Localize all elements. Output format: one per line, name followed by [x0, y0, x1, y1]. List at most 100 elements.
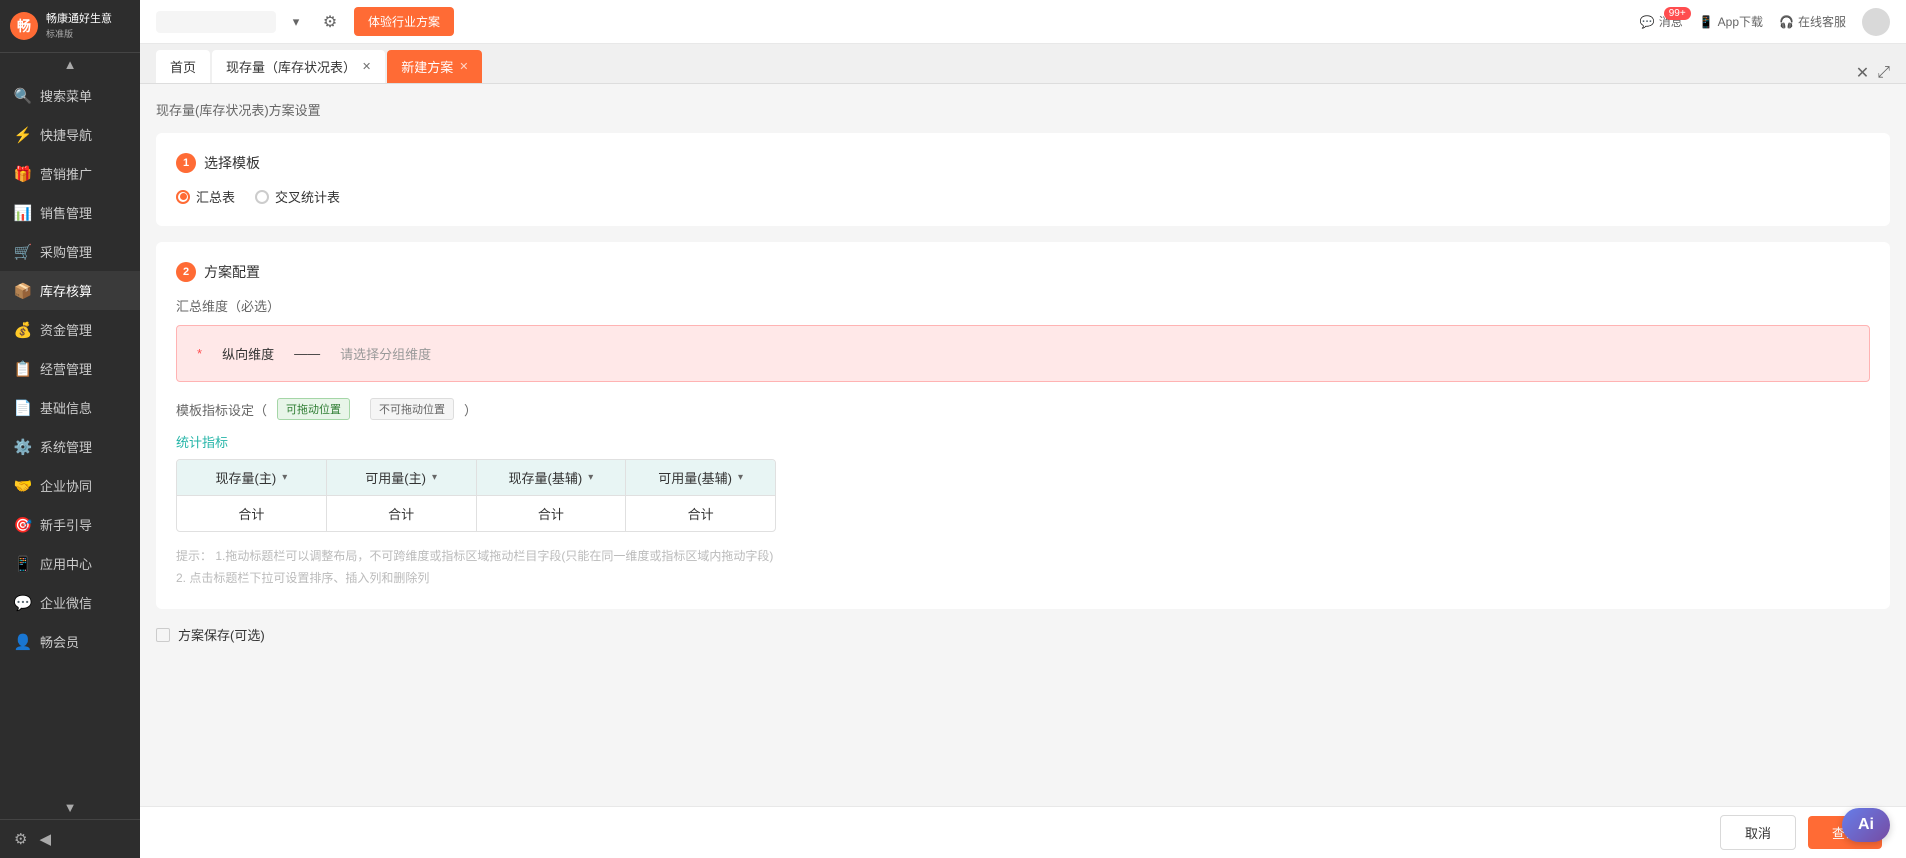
search-icon: 🔍 [14, 87, 32, 105]
sidebar-label-wechat: 企业微信 [40, 593, 92, 612]
inventory-icon: 📦 [14, 282, 32, 300]
sidebar-item-inventory[interactable]: 📦 库存核算 [0, 271, 140, 310]
radio-cross[interactable]: 交叉统计表 [255, 187, 340, 206]
search-input[interactable] [166, 15, 266, 29]
stats-col-2-label: 现存量(基辅) [509, 468, 583, 487]
sidebar-item-sales[interactable]: 📊 销售管理 [0, 193, 140, 232]
sidebar-item-member[interactable]: 👤 畅会员 [0, 622, 140, 661]
stats-data-row: 合计 合计 合计 合计 [177, 495, 775, 531]
stats-header-row: 现存量(主) ▾ 可用量(主) ▾ 现存量(基辅) ▾ 可用量(基辅) [177, 460, 775, 495]
sidebar-item-contract[interactable]: 🤝 企业协同 [0, 466, 140, 505]
customer-service-button[interactable]: 🎧 在线客服 [1779, 13, 1846, 30]
radio-summary[interactable]: 汇总表 [176, 187, 235, 206]
tab-inventory-close-icon[interactable]: ✕ [362, 60, 371, 73]
step1-title: 选择模板 [204, 153, 260, 173]
stats-col-1-dropdown[interactable]: ▾ [432, 472, 437, 483]
tab-new-plan-label: 新建方案 [401, 57, 453, 76]
tab-close-window-icon[interactable]: ✕ [1856, 63, 1869, 83]
wechat-icon: 💬 [14, 594, 32, 612]
sidebar-scroll-down[interactable]: ▼ [0, 796, 140, 819]
cancel-button[interactable]: 取消 [1720, 815, 1796, 850]
sidebar-item-purchase[interactable]: 🛒 采购管理 [0, 232, 140, 271]
app-edition: 标准版 [46, 27, 112, 40]
stats-col-3-label: 可用量(基辅) [658, 468, 732, 487]
stats-col-3-dropdown[interactable]: ▾ [738, 472, 743, 483]
headset-icon: 🎧 [1779, 15, 1794, 29]
sidebar-item-search[interactable]: 🔍 搜索菜单 [0, 76, 140, 115]
collapse-icon[interactable]: ◀ [39, 830, 51, 848]
tab-home[interactable]: 首页 [156, 50, 210, 83]
indicator-settings-prefix: 模板指标设定（ [176, 400, 267, 419]
sidebar-label-system: 系统管理 [40, 437, 92, 456]
topbar: ▾ ⚙ 体验行业方案 💬 消息 99+ 📱 App下载 🎧 在线客服 [140, 0, 1906, 44]
system-icon: ⚙️ [14, 438, 32, 456]
search-dropdown-icon[interactable]: ▾ [286, 12, 306, 32]
save-checkbox[interactable] [156, 628, 170, 642]
tip-1: 1.拖动标题栏可以调整布局，不可跨维度或指标区域拖动栏目字段(只能在同一维度或指… [215, 549, 773, 563]
stats-table: 现存量(主) ▾ 可用量(主) ▾ 现存量(基辅) ▾ 可用量(基辅) [176, 459, 776, 532]
sidebar-item-newbie[interactable]: 🎯 新手引导 [0, 505, 140, 544]
stats-title: 统计指标 [176, 432, 1870, 451]
stats-col-1-label: 可用量(主) [365, 468, 426, 487]
stats-cell-0: 合计 [177, 496, 327, 531]
tabbar-actions: ✕ ⤢ [1856, 63, 1890, 83]
app-download-button[interactable]: 📱 App下载 [1699, 13, 1763, 30]
tab-new-plan-close-icon[interactable]: ✕ [459, 60, 468, 73]
sidebar-label-purchase: 采购管理 [40, 242, 92, 261]
sidebar-label-contract: 企业协同 [40, 476, 92, 495]
dimension-label: 纵向维度 [222, 344, 274, 363]
sidebar-label-finance: 资金管理 [40, 320, 92, 339]
sidebar-footer: ⚙ ◀ [0, 819, 140, 858]
topbar-right: 💬 消息 99+ 📱 App下载 🎧 在线客服 [1640, 8, 1890, 36]
sidebar-logo: 畅 畅康通好生意 标准版 [0, 0, 140, 53]
settings-footer-icon[interactable]: ⚙ [14, 830, 27, 848]
sidebar-item-basic-info[interactable]: 📄 基础信息 [0, 388, 140, 427]
sidebar-label-operations: 经营管理 [40, 359, 92, 378]
tab-home-label: 首页 [170, 57, 196, 76]
page-title: 现存量(库存状况表)方案设置 [156, 100, 1890, 119]
ai-button[interactable]: Ai [1842, 808, 1890, 842]
sidebar-item-system[interactable]: ⚙️ 系统管理 [0, 427, 140, 466]
sidebar-item-quick-nav[interactable]: ⚡ 快捷导航 [0, 115, 140, 154]
stats-col-3: 可用量(基辅) ▾ [626, 460, 775, 495]
stats-section: 统计指标 现存量(主) ▾ 可用量(主) ▾ 现存量(基辅) [176, 432, 1870, 532]
sidebar-item-marketing[interactable]: 🎁 营销推广 [0, 154, 140, 193]
radio-cross-label: 交叉统计表 [275, 187, 340, 206]
sidebar-nav: 🔍 搜索菜单 ⚡ 快捷导航 🎁 营销推广 📊 销售管理 🛒 采购管理 📦 库存核… [0, 76, 140, 796]
dimension-box[interactable]: * 纵向维度 —— 请选择分组维度 [176, 325, 1870, 382]
tab-expand-icon[interactable]: ⤢ [1877, 64, 1890, 82]
tab-new-plan[interactable]: 新建方案 ✕ [387, 50, 482, 83]
quick-nav-icon: ⚡ [14, 126, 32, 144]
sidebar-item-operations[interactable]: 📋 经营管理 [0, 349, 140, 388]
non-draggable-badge: 不可拖动位置 [370, 398, 454, 420]
dimension-dash: —— [294, 346, 320, 361]
customer-service-label: 在线客服 [1798, 13, 1846, 30]
sidebar-label-apps: 应用中心 [40, 554, 92, 573]
stats-cell-3: 合计 [626, 496, 775, 531]
stats-cell-1: 合计 [327, 496, 477, 531]
message-button[interactable]: 💬 消息 99+ [1640, 13, 1683, 30]
sidebar-label-search: 搜索菜单 [40, 86, 92, 105]
sidebar-item-wechat[interactable]: 💬 企业微信 [0, 583, 140, 622]
newbie-icon: 🎯 [14, 516, 32, 534]
operations-icon: 📋 [14, 360, 32, 378]
sidebar-scroll-up[interactable]: ▲ [0, 53, 140, 76]
save-label: 方案保存(可选) [178, 625, 265, 644]
basic-info-icon: 📄 [14, 399, 32, 417]
stats-col-0-dropdown[interactable]: ▾ [282, 472, 287, 483]
dimension-section-label: 汇总维度（必选） [176, 296, 1870, 315]
search-box[interactable] [156, 11, 276, 33]
tab-inventory-status[interactable]: 现存量（库存状况表） ✕ [212, 50, 385, 83]
sidebar-item-finance[interactable]: 💰 资金管理 [0, 310, 140, 349]
user-avatar[interactable] [1862, 8, 1890, 36]
sidebar-label-member: 畅会员 [40, 632, 79, 651]
settings-gear-icon[interactable]: ⚙ [316, 8, 344, 36]
tips-section: 提示： 1.拖动标题栏可以调整布局，不可跨维度或指标区域拖动栏目字段(只能在同一… [176, 546, 1870, 589]
trial-button[interactable]: 体验行业方案 [354, 7, 454, 36]
stats-col-2-dropdown[interactable]: ▾ [588, 472, 593, 483]
draggable-badge: 可拖动位置 [277, 398, 350, 420]
step2-number: 2 [176, 262, 196, 282]
logo-icon: 畅 [10, 12, 38, 40]
sidebar-item-apps[interactable]: 📱 应用中心 [0, 544, 140, 583]
stats-col-0-label: 现存量(主) [216, 468, 277, 487]
